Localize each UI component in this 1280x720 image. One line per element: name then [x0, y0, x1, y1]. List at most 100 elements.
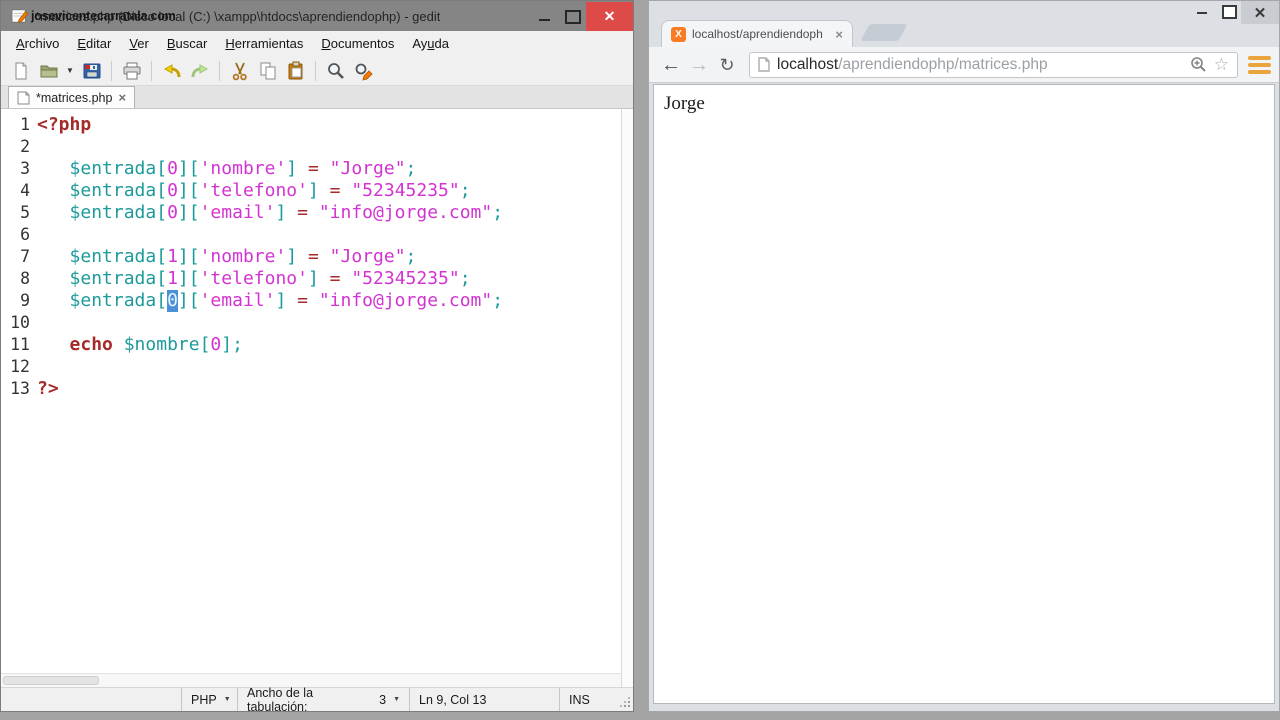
code-token: ;	[405, 158, 417, 179]
toolbar-undo-button[interactable]	[158, 58, 185, 83]
menu-documentos[interactable]: Documentos	[312, 33, 403, 54]
toolbar-cut-button[interactable]	[226, 58, 253, 83]
code-line[interactable]: 2	[1, 136, 621, 158]
code-line[interactable]: 9 $entrada[0]['email'] = "info@jorge.com…	[1, 290, 621, 312]
toolbar-paste-button[interactable]	[282, 58, 309, 83]
browser-close-button[interactable]: ✕	[1241, 1, 1279, 24]
code-line[interactable]: 5 $entrada[0]['email'] = "info@jorge.com…	[1, 202, 621, 224]
code-token: ;	[459, 180, 471, 201]
horizontal-scrollbar-thumb[interactable]	[3, 676, 99, 685]
menu-ayuda[interactable]: Ayuda	[403, 33, 458, 54]
code-line[interactable]: 6	[1, 224, 621, 246]
code-token: 'email'	[199, 290, 276, 311]
menu-bar-middle	[1248, 62, 1271, 67]
minimize-button[interactable]	[532, 2, 558, 30]
code-line[interactable]: 13 ?>	[1, 378, 621, 400]
gedit-titlebar[interactable]: *matrices.php (Disco local (C:) \xampp\h…	[1, 1, 633, 31]
maximize-button[interactable]	[558, 2, 586, 30]
input-mode[interactable]: INS	[559, 688, 617, 711]
browser-tab[interactable]: X localhost/aprendiendoph ×	[661, 20, 853, 47]
line-number: 2	[20, 137, 30, 156]
code-token: 0	[167, 180, 178, 201]
code-token: ;	[405, 246, 417, 267]
browser-viewport[interactable]: Jorge	[653, 84, 1275, 704]
browser-minimize-button[interactable]	[1189, 1, 1215, 21]
line-number: 9	[20, 291, 30, 310]
toolbar-print-button[interactable]	[118, 58, 145, 83]
menu-accelerator: H	[225, 36, 235, 51]
code-token: 1	[167, 246, 178, 267]
toolbar-find-replace-button[interactable]	[350, 58, 377, 83]
address-bar[interactable]: localhost/aprendiendophp/matrices.php ☆	[749, 51, 1238, 78]
gedit-app-icon	[11, 9, 29, 23]
zoom-icon[interactable]	[1190, 56, 1207, 73]
code-line[interactable]: 1 <?php	[1, 114, 621, 136]
code-token: ][	[177, 180, 200, 201]
horizontal-scrollbar[interactable]	[1, 673, 621, 687]
menu-buscar[interactable]: Buscar	[158, 33, 216, 54]
bookmark-star-icon[interactable]: ☆	[1214, 56, 1229, 73]
code-token: ][	[177, 290, 200, 311]
code-token: ;	[492, 202, 504, 223]
line-number: 13	[10, 379, 30, 398]
code-line[interactable]: 12	[1, 356, 621, 378]
line-number: 1	[20, 115, 30, 134]
editor-tab-matrices[interactable]: *matrices.php ×	[8, 86, 136, 108]
code-line[interactable]: 7 $entrada[1]['nombre'] = "Jorge";	[1, 246, 621, 268]
toolbar-open-dropdown-arrow[interactable]: ▼	[63, 58, 77, 83]
language-selector[interactable]: PHP	[181, 688, 237, 711]
line-number: 12	[10, 357, 30, 376]
gedit-statusbar: PHP Ancho de la tabulación: 3 Ln 9, Col …	[1, 686, 633, 714]
menu-archivo[interactable]: Archivo	[7, 33, 68, 54]
toolbar-copy-button[interactable]	[254, 58, 281, 83]
code-token: <?php	[37, 114, 92, 135]
url-text[interactable]: localhost/aprendiendophp/matrices.php	[777, 56, 1183, 74]
toolbar-find-button[interactable]	[322, 58, 349, 83]
browser-tab-close-icon[interactable]: ×	[835, 28, 843, 41]
vertical-scrollbar[interactable]	[621, 109, 633, 687]
line-number: 11	[10, 335, 30, 354]
browser-menu-icon[interactable]	[1248, 55, 1271, 74]
xampp-favicon-icon: X	[671, 26, 686, 42]
code-token: 0	[167, 158, 178, 179]
code-token: ]	[286, 158, 298, 179]
toolbar-save-button[interactable]	[78, 58, 105, 83]
tab-width-selector[interactable]: Ancho de la tabulación: 3	[237, 686, 409, 714]
code-token: ]	[307, 180, 319, 201]
code-line[interactable]: 10	[1, 312, 621, 334]
code-editor[interactable]: 1 <?php 2 3 $entrada[0]['nombre'] = "Jorge"…	[1, 109, 621, 673]
menu-bar-bottom	[1248, 69, 1271, 74]
toolbar-new-document-button[interactable]	[7, 58, 34, 83]
code-token: ][	[177, 246, 200, 267]
code-token: ]	[286, 246, 298, 267]
resize-grip[interactable]	[617, 688, 633, 711]
line-number: 3	[20, 159, 30, 178]
new-tab-button[interactable]	[860, 24, 908, 41]
code-line[interactable]: 3 $entrada[0]['nombre'] = "Jorge";	[1, 158, 621, 180]
menu-ver[interactable]: Ver	[120, 33, 158, 54]
code-token: =	[307, 246, 319, 267]
code-line[interactable]: 4 $entrada[0]['telefono'] = "52345235";	[1, 180, 621, 202]
browser-window: ✕ X localhost/aprendiendoph × ← → ↻ loca…	[648, 0, 1280, 712]
code-token: "info@jorge.com"	[318, 290, 493, 311]
menu-editar[interactable]: Editar	[68, 33, 120, 54]
line-number: 6	[20, 225, 30, 244]
back-button[interactable]: ←	[657, 55, 685, 75]
code-line[interactable]: 8 $entrada[1]['telefono'] = "52345235";	[1, 268, 621, 290]
toolbar-open-folder-button[interactable]	[35, 58, 62, 83]
tab-close-icon[interactable]: ×	[118, 91, 126, 104]
toolbar-redo-button[interactable]	[186, 58, 213, 83]
menu-accelerator: D	[321, 36, 331, 51]
reload-button[interactable]: ↻	[713, 56, 741, 74]
code-line[interactable]: 11 echo $nombre[0];	[1, 334, 621, 356]
code-token: $entrada[	[69, 180, 168, 201]
forward-button[interactable]: →	[685, 55, 713, 75]
code-token: =	[307, 158, 319, 179]
menu-herramientas[interactable]: Herramientas	[216, 33, 312, 54]
code-token: 'telefono'	[199, 180, 308, 201]
browser-maximize-button[interactable]	[1215, 1, 1241, 21]
close-button[interactable]: ✕	[586, 1, 633, 31]
code-token: 0	[167, 202, 178, 223]
